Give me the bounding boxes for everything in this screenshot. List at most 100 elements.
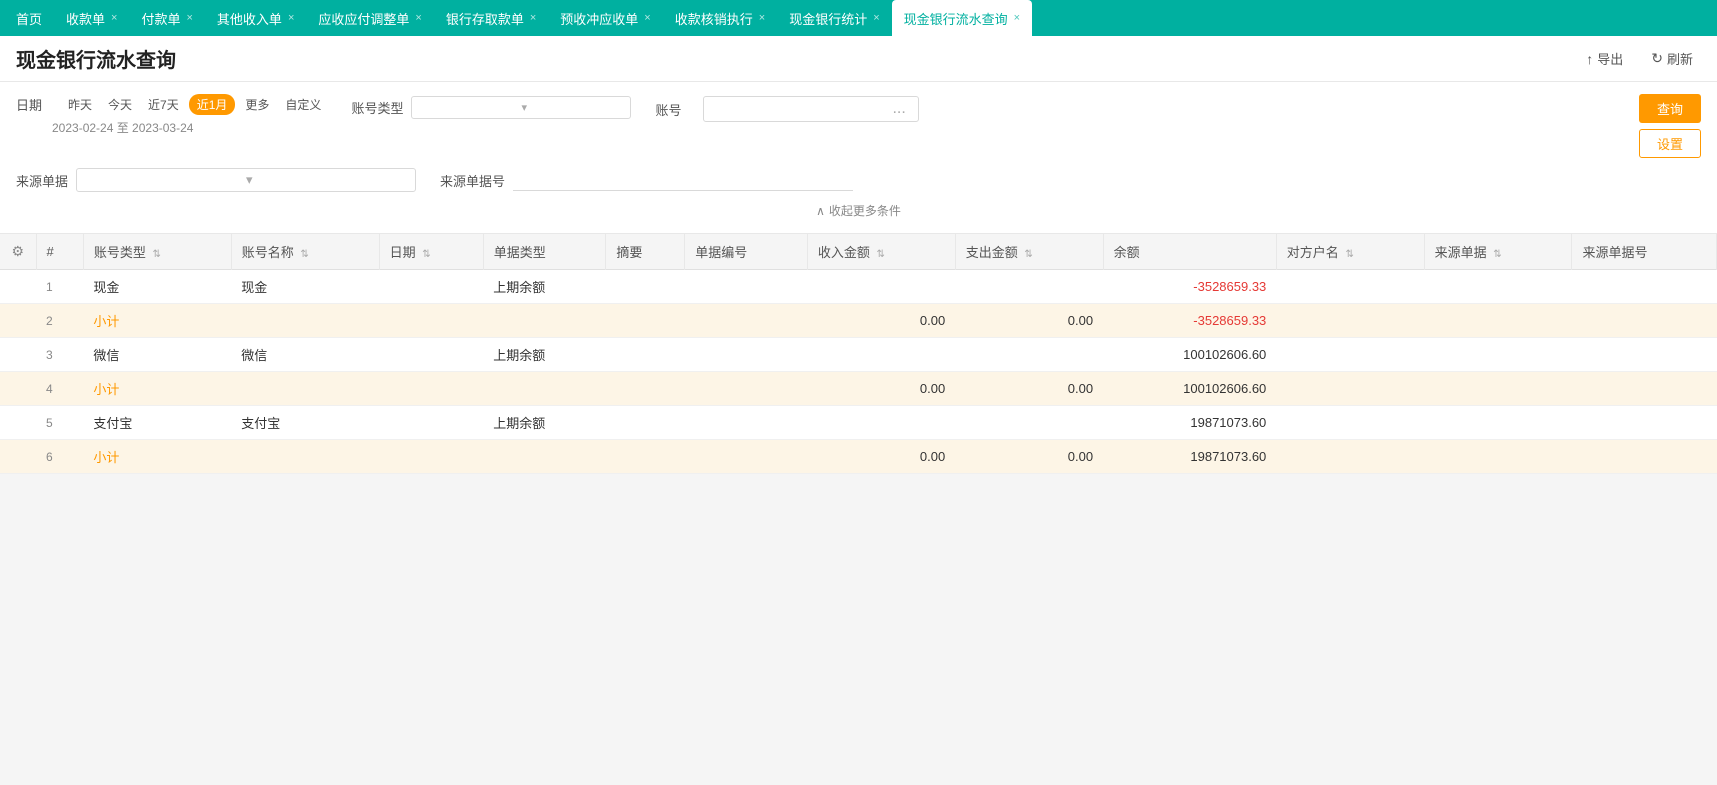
cell-doc-type-1 bbox=[483, 304, 606, 338]
col-summary: 摘要 bbox=[606, 234, 685, 270]
cell-income-4 bbox=[807, 406, 955, 440]
account-dots[interactable]: ... bbox=[888, 100, 909, 118]
cell-balance-3: 100102606.60 bbox=[1103, 372, 1276, 406]
table-row: 4 小计 0.00 0.00 100102606.60 bbox=[0, 372, 1717, 406]
cell-source-doc-5 bbox=[1424, 440, 1572, 474]
cell-source-doc-3 bbox=[1424, 372, 1572, 406]
nav-tab-ar-ap-adjust[interactable]: 应收应付调整单 × bbox=[306, 0, 433, 36]
query-button[interactable]: 查询 bbox=[1639, 94, 1701, 123]
cell-income-3: 0.00 bbox=[807, 372, 955, 406]
cell-account-name-5 bbox=[231, 440, 379, 474]
cell-date-5 bbox=[379, 440, 483, 474]
cell-gear-5 bbox=[0, 440, 36, 474]
nav-tab-bank-deposit[interactable]: 银行存取款单 × bbox=[434, 0, 548, 36]
nav-tab-bank-stats-label: 现金银行统计 bbox=[789, 9, 867, 28]
close-receipts-icon[interactable]: × bbox=[111, 12, 117, 24]
cell-account-name-1 bbox=[231, 304, 379, 338]
cell-summary-4 bbox=[606, 406, 685, 440]
cell-account-type-5: 小计 bbox=[83, 440, 231, 474]
nav-tab-ar-ap-adjust-label: 应收应付调整单 bbox=[318, 9, 409, 28]
cell-income-0 bbox=[807, 270, 955, 304]
date-btn-custom[interactable]: 自定义 bbox=[279, 94, 327, 115]
nav-tab-other-income-label: 其他收入单 bbox=[217, 9, 282, 28]
refresh-button[interactable]: ↻ 刷新 bbox=[1643, 45, 1701, 72]
col-date[interactable]: 日期 ⇅ bbox=[379, 234, 483, 270]
nav-tab-receipts[interactable]: 收款单 × bbox=[54, 0, 129, 36]
cell-gear-1 bbox=[0, 304, 36, 338]
source-doc-no-input[interactable] bbox=[515, 172, 851, 187]
col-counterpart[interactable]: 对方户名 ⇅ bbox=[1276, 234, 1424, 270]
export-icon: ↑ bbox=[1586, 51, 1593, 67]
sort-counterpart-icon: ⇅ bbox=[1345, 249, 1353, 260]
cell-date-0 bbox=[379, 270, 483, 304]
source-doc-arrow-icon: ▾ bbox=[246, 172, 407, 188]
cell-summary-2 bbox=[606, 338, 685, 372]
close-receipt-verify-icon[interactable]: × bbox=[759, 12, 765, 24]
collapse-label: 收起更多条件 bbox=[829, 202, 901, 219]
cell-counterpart-1 bbox=[1276, 304, 1424, 338]
cell-income-5: 0.00 bbox=[807, 440, 955, 474]
account-type-select[interactable]: ▾ bbox=[411, 96, 631, 119]
source-doc-no-wrap bbox=[513, 169, 853, 191]
table-header-row: ⚙ # 账号类型 ⇅ 账号名称 ⇅ 日期 ⇅ 单据类型 摘要 单据编号 bbox=[0, 234, 1717, 270]
filter-area: 日期 昨天 今天 近7天 近1月 更多 自定义 2023-02-24 至 202… bbox=[0, 82, 1717, 234]
close-bank-stats-icon[interactable]: × bbox=[873, 12, 879, 24]
account-input[interactable] bbox=[712, 102, 888, 117]
nav-tab-bank-flow-label: 现金银行流水查询 bbox=[904, 9, 1008, 28]
close-ar-ap-adjust-icon[interactable]: × bbox=[415, 12, 421, 24]
cell-balance-5: 19871073.60 bbox=[1103, 440, 1276, 474]
account-type-arrow-icon: ▾ bbox=[521, 101, 622, 114]
col-account-type[interactable]: 账号类型 ⇅ bbox=[83, 234, 231, 270]
gear-icon[interactable]: ⚙ bbox=[11, 243, 24, 259]
date-btn-yesterday[interactable]: 昨天 bbox=[62, 94, 98, 115]
cell-seq-0: 1 bbox=[36, 270, 83, 304]
nav-tab-bank-stats[interactable]: 现金银行统计 × bbox=[777, 0, 891, 36]
account-label: 账号 bbox=[655, 100, 695, 119]
date-btn-more[interactable]: 更多 bbox=[239, 94, 275, 115]
col-gear[interactable]: ⚙ bbox=[0, 234, 36, 270]
close-payments-icon[interactable]: × bbox=[186, 12, 192, 24]
nav-tab-home-label: 首页 bbox=[16, 9, 42, 28]
cell-account-name-4: 支付宝 bbox=[231, 406, 379, 440]
cell-counterpart-2 bbox=[1276, 338, 1424, 372]
date-btn-today[interactable]: 今天 bbox=[102, 94, 138, 115]
close-prepay-flush-icon[interactable]: × bbox=[644, 12, 650, 24]
col-account-name[interactable]: 账号名称 ⇅ bbox=[231, 234, 379, 270]
cell-account-type-3: 小计 bbox=[83, 372, 231, 406]
top-nav: 首页 收款单 × 付款单 × 其他收入单 × 应收应付调整单 × 银行存取款单 … bbox=[0, 0, 1717, 36]
collapse-bar[interactable]: ∧ 收起更多条件 bbox=[16, 198, 1701, 225]
cell-source-doc-no-2 bbox=[1572, 338, 1717, 372]
nav-tab-receipt-verify[interactable]: 收款核销执行 × bbox=[663, 0, 777, 36]
date-filter-label: 日期 bbox=[16, 95, 56, 114]
col-source-doc[interactable]: 来源单据 ⇅ bbox=[1424, 234, 1572, 270]
col-expense[interactable]: 支出金额 ⇅ bbox=[955, 234, 1103, 270]
nav-tab-prepay-flush[interactable]: 预收冲应收单 × bbox=[548, 0, 662, 36]
nav-tab-receipts-label: 收款单 bbox=[66, 9, 105, 28]
cell-account-name-3 bbox=[231, 372, 379, 406]
nav-tab-payments[interactable]: 付款单 × bbox=[129, 0, 204, 36]
close-bank-flow-icon[interactable]: × bbox=[1014, 12, 1020, 24]
cell-doc-no-2 bbox=[685, 338, 808, 372]
cell-summary-3 bbox=[606, 372, 685, 406]
settings-button[interactable]: 设置 bbox=[1639, 129, 1701, 158]
close-bank-deposit-icon[interactable]: × bbox=[530, 12, 536, 24]
col-income[interactable]: 收入金额 ⇅ bbox=[807, 234, 955, 270]
close-other-income-icon[interactable]: × bbox=[288, 12, 294, 24]
table-row: 3 微信 微信 上期余额 100102606.60 bbox=[0, 338, 1717, 372]
export-button[interactable]: ↑ 导出 bbox=[1578, 45, 1631, 72]
cell-seq-4: 5 bbox=[36, 406, 83, 440]
nav-tab-other-income[interactable]: 其他收入单 × bbox=[205, 0, 306, 36]
cell-doc-no-5 bbox=[685, 440, 808, 474]
page-header: 现金银行流水查询 ↑ 导出 ↻ 刷新 bbox=[0, 36, 1717, 82]
nav-tab-home[interactable]: 首页 bbox=[4, 0, 54, 36]
cell-source-doc-no-4 bbox=[1572, 406, 1717, 440]
source-doc-select[interactable]: ▾ bbox=[76, 168, 416, 192]
cell-date-3 bbox=[379, 372, 483, 406]
col-seq: # bbox=[36, 234, 83, 270]
cell-income-1: 0.00 bbox=[807, 304, 955, 338]
nav-tab-bank-flow[interactable]: 现金银行流水查询 × bbox=[892, 0, 1032, 36]
date-btn-7days[interactable]: 近7天 bbox=[142, 94, 185, 115]
cell-income-2 bbox=[807, 338, 955, 372]
date-btn-1month[interactable]: 近1月 bbox=[189, 94, 236, 115]
account-type-value bbox=[420, 100, 521, 115]
